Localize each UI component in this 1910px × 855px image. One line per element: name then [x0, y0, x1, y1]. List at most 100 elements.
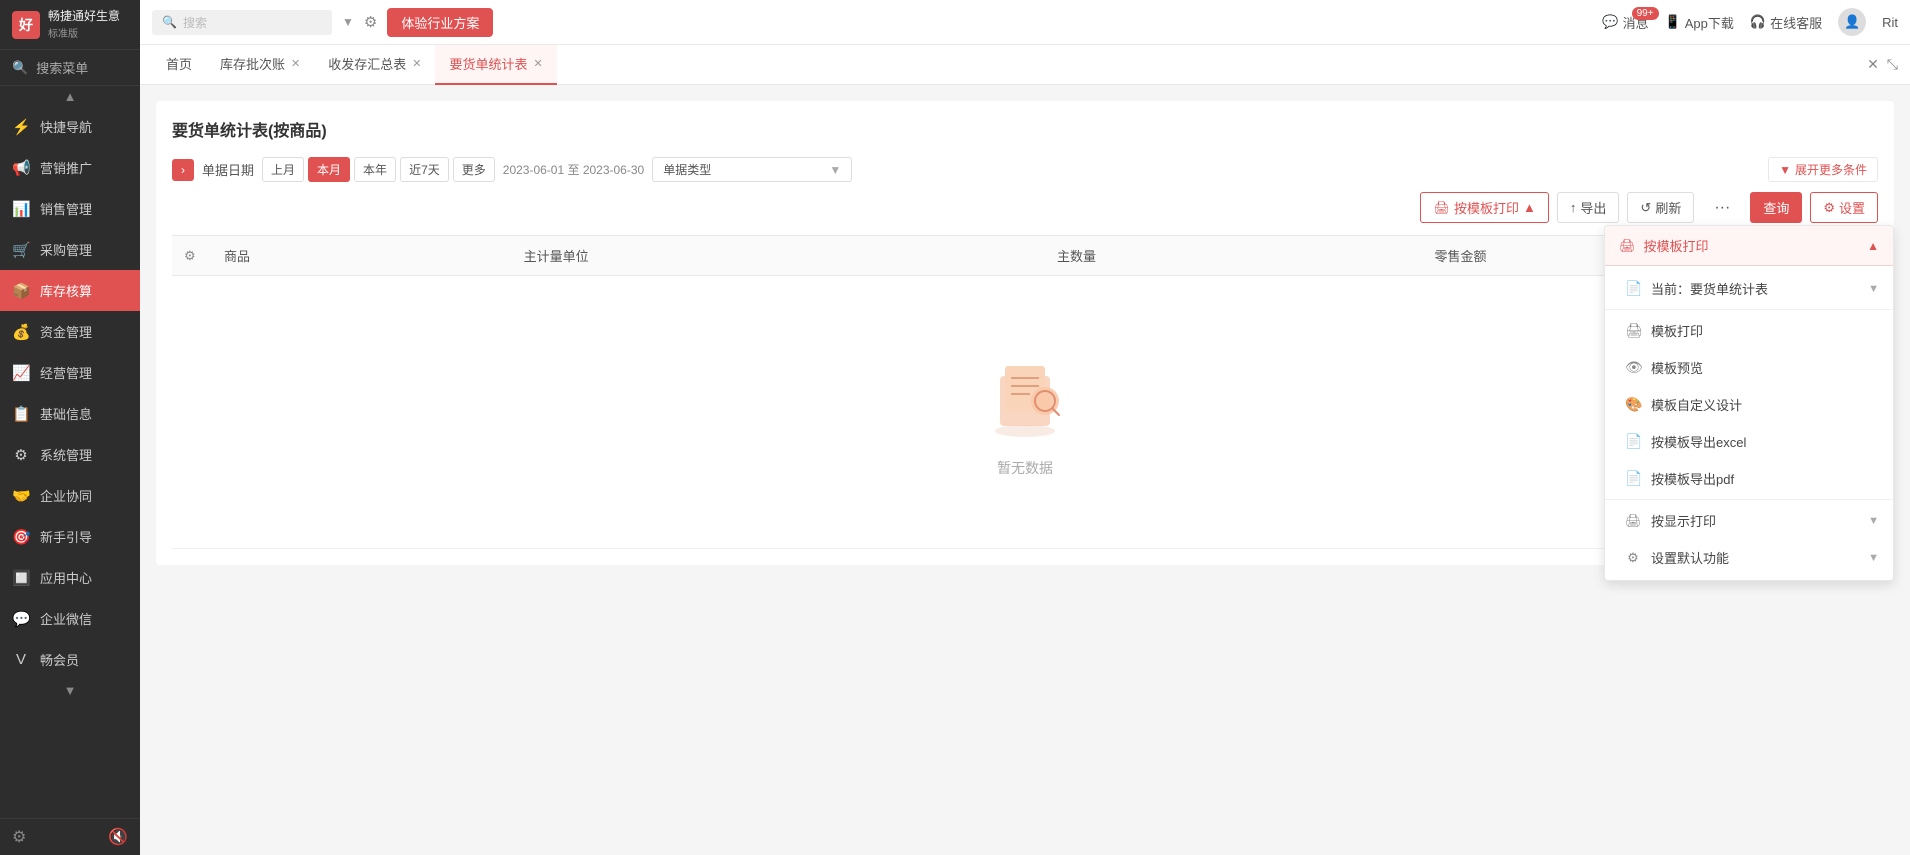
current-arrow-icon: ▼	[1868, 283, 1879, 295]
tab-receipts-summary-label: 收发存汇总表	[328, 54, 406, 73]
avatar[interactable]: 👤	[1838, 8, 1866, 36]
dropdown-display-print[interactable]: 🖨 按显示打印 ▼	[1605, 502, 1893, 539]
sidebar-item-newbie[interactable]: 🎯 新手引导	[0, 516, 140, 557]
dropdown-item-template-design[interactable]: 🎨 模板自定义设计	[1605, 386, 1893, 423]
filter-btn-more[interactable]: 更多	[453, 157, 495, 182]
sidebar-item-basics[interactable]: 📋 基础信息	[0, 393, 140, 434]
sidebar-item-sales[interactable]: 📊 销售管理	[0, 188, 140, 229]
print-template-btn[interactable]: 🖨 按模板打印 ▲	[1420, 192, 1548, 223]
export-label: 导出	[1580, 198, 1606, 217]
tab-close-window-btn[interactable]: ✕	[1867, 56, 1879, 73]
print-arrow-icon: ▲	[1523, 200, 1536, 215]
sidebar-item-vip[interactable]: V 畅会员	[0, 639, 140, 680]
sidebar-search[interactable]: 🔍 搜索菜单	[0, 50, 140, 86]
template-preview-icon: 👁	[1625, 359, 1641, 376]
table-settings-icon[interactable]: ⚙	[184, 248, 196, 263]
dropdown-set-default[interactable]: ⚙ 设置默认功能 ▼	[1605, 539, 1893, 576]
dropdown-header[interactable]: 🖨 按模板打印 ▲	[1605, 226, 1893, 266]
tab-maximize-btn[interactable]: ⤡	[1887, 56, 1898, 73]
filter-date-range: 2023-06-01 至 2023-06-30	[503, 161, 644, 178]
settings-label: 设置	[1839, 198, 1865, 217]
topbar-search-box[interactable]: 🔍 搜索	[152, 10, 332, 35]
topbar-gear-icon[interactable]: ⚙	[364, 13, 377, 31]
display-print-label: 按显示打印	[1651, 511, 1716, 530]
filter-btn-prev-month[interactable]: 上月	[262, 157, 304, 182]
dropdown-current-item[interactable]: 📄 当前：要货单统计表 ▼	[1605, 270, 1893, 307]
inventory-icon: 📦	[12, 282, 30, 300]
settings-icon: ⚙	[1823, 200, 1835, 216]
sidebar-item-inventory[interactable]: 📦 库存核算	[0, 270, 140, 311]
newbie-icon: 🎯	[12, 528, 30, 546]
sidebar-scroll-down[interactable]: ▼	[0, 680, 140, 700]
sidebar-scroll-up[interactable]: ▲	[0, 86, 140, 106]
sidebar-item-finance[interactable]: 💰 资金管理	[0, 311, 140, 352]
system-icon: ⚙	[12, 446, 30, 464]
settings-btn[interactable]: ⚙ 设置	[1810, 192, 1878, 223]
dropdown-current-label: 当前：要货单统计表	[1651, 279, 1768, 298]
dropdown-item-export-excel[interactable]: 📄 按模板导出excel	[1605, 423, 1893, 460]
topbar-right: 💬 消息 99+ 📱 App下载 🎧 在线客服 👤 Rit	[1602, 8, 1898, 36]
mute-icon[interactable]: 🔇	[108, 827, 128, 847]
dropdown-item-export-pdf[interactable]: 📄 按模板导出pdf	[1605, 460, 1893, 497]
sidebar-item-label: 库存核算	[40, 281, 92, 300]
sidebar-search-label: 搜索菜单	[36, 58, 88, 77]
export-excel-label: 按模板导出excel	[1651, 432, 1746, 451]
template-preview-label: 模板预览	[1651, 358, 1703, 377]
filter-expand-btn[interactable]: ›	[172, 159, 194, 181]
refresh-btn[interactable]: ↺ 刷新	[1627, 192, 1694, 223]
filter-btn-7days[interactable]: 近7天	[400, 157, 449, 182]
logo-icon: 好	[12, 11, 40, 39]
enterprise-wechat-icon: 💬	[12, 610, 30, 628]
experience-btn[interactable]: 体验行业方案	[387, 8, 493, 37]
dropdown-collapse-icon: ▲	[1867, 239, 1879, 253]
query-btn[interactable]: 查询	[1750, 192, 1802, 223]
tab-order-stats[interactable]: 要货单统计表 ✕	[435, 45, 556, 85]
app-center-icon: 🔲	[12, 569, 30, 587]
tab-receipts-summary-close[interactable]: ✕	[412, 57, 421, 70]
filter-btn-this-year[interactable]: 本年	[354, 157, 396, 182]
filter-type-select[interactable]: 单据类型 ▼	[652, 157, 852, 182]
settings-icon[interactable]: ⚙	[12, 827, 26, 847]
tab-inventory-batch-close[interactable]: ✕	[291, 57, 300, 70]
message-icon: 💬	[1602, 14, 1618, 30]
tab-order-stats-close[interactable]: ✕	[534, 57, 543, 70]
sidebar-item-enterprise-wechat[interactable]: 💬 企业微信	[0, 598, 140, 639]
avatar-icon: 👤	[1844, 14, 1860, 30]
notifications-badge: 99+	[1632, 7, 1659, 20]
tab-receipts-summary[interactable]: 收发存汇总表 ✕	[314, 45, 435, 85]
online-service-btn[interactable]: 🎧 在线客服	[1750, 13, 1822, 32]
filter-more-btn[interactable]: ▼ 展开更多条件	[1768, 157, 1878, 182]
app-download-btn[interactable]: 📱 App下载	[1665, 13, 1734, 32]
dropdown-item-template-print[interactable]: 🖨 模板打印	[1605, 312, 1893, 349]
sidebar-item-enterprise[interactable]: 🤝 企业协同	[0, 475, 140, 516]
print-dropdown-menu: 🖨 按模板打印 ▲ 📄 当前：要货单统计表 ▼ 🖨 模板打印 👁	[1604, 225, 1894, 581]
dropdown-section: 📄 当前：要货单统计表 ▼ 🖨 模板打印 👁 模板预览 🎨 模板自定义设计	[1605, 266, 1893, 580]
sidebar-item-quick-nav[interactable]: ⚡ 快捷导航	[0, 106, 140, 147]
online-service-label: 在线客服	[1770, 13, 1822, 32]
sidebar-item-marketing[interactable]: 📢 营销推广	[0, 147, 140, 188]
dropdown-item-template-preview[interactable]: 👁 模板预览	[1605, 349, 1893, 386]
filter-type-label: 单据类型	[663, 161, 711, 178]
filter-btn-this-month[interactable]: 本月	[308, 157, 350, 182]
sidebar-item-operations[interactable]: 📈 经营管理	[0, 352, 140, 393]
refresh-icon: ↺	[1640, 200, 1651, 216]
col-unit: 主计量单位	[512, 236, 1045, 276]
empty-text: 暂无数据	[997, 458, 1053, 478]
topbar-search-icon: 🔍	[162, 15, 177, 29]
notifications-btn[interactable]: 💬 消息 99+	[1602, 13, 1648, 32]
quick-nav-icon: ⚡	[12, 118, 30, 136]
sidebar-item-app-center[interactable]: 🔲 应用中心	[0, 557, 140, 598]
sidebar-item-system[interactable]: ⚙ 系统管理	[0, 434, 140, 475]
vip-icon: V	[12, 651, 30, 668]
print-icon: 🖨	[1433, 200, 1450, 216]
export-btn[interactable]: ↑ 导出	[1557, 192, 1620, 223]
template-design-icon: 🎨	[1625, 396, 1641, 413]
tab-inventory-batch[interactable]: 库存批次账 ✕	[206, 45, 314, 85]
template-print-icon: 🖨	[1625, 322, 1641, 339]
sidebar-item-purchase[interactable]: 🛒 采购管理	[0, 229, 140, 270]
tab-home[interactable]: 首页	[152, 45, 206, 85]
tabs-right: ✕ ⤡	[1867, 56, 1898, 73]
more-actions-btn[interactable]: ···	[1702, 194, 1742, 222]
basics-icon: 📋	[12, 405, 30, 423]
expand-icon: ▼	[1779, 163, 1791, 177]
